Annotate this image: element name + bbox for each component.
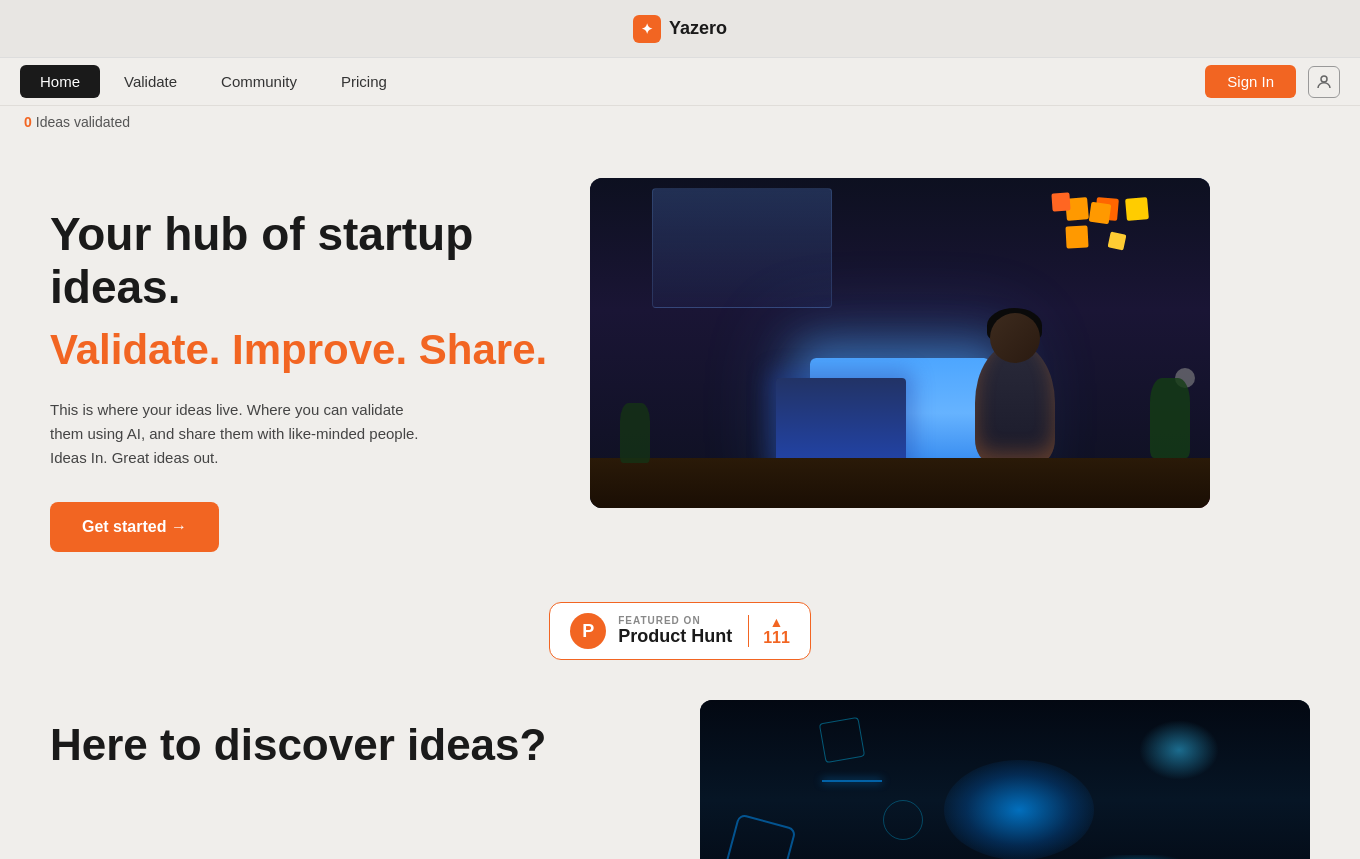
nav-item-pricing[interactable]: Pricing [321,65,407,98]
user-icon[interactable] [1308,66,1340,98]
stats-bar: 0 Ideas validated [0,106,1360,138]
logo-area: ✦ Yazero [633,15,727,43]
product-hunt-area: P FEATURED ON Product Hunt ▲ 111 [0,582,1360,690]
hero-subtitle: Validate. Improve. Share. [50,326,550,374]
product-hunt-badge[interactable]: P FEATURED ON Product Hunt ▲ 111 [549,602,811,660]
hero-left: Your hub of startup ideas. Validate. Imp… [50,178,550,552]
discover-image [700,700,1310,859]
hero-right [590,178,1210,508]
nav-item-community[interactable]: Community [201,65,317,98]
logo-text: Yazero [669,18,727,39]
hero-image [590,178,1210,508]
nav-item-home[interactable]: Home [20,65,100,98]
stats-label: Ideas validated [36,114,130,130]
discover-right [700,700,1310,859]
logo-icon: ✦ [633,15,661,43]
hero-title: Your hub of startup ideas. [50,208,550,314]
ph-vote-count: 111 [763,629,790,647]
discover-title: Here to discover ideas? [50,720,660,771]
product-hunt-text: FEATURED ON Product Hunt [618,615,732,647]
sign-in-button[interactable]: Sign In [1205,65,1296,98]
top-bar: ✦ Yazero [0,0,1360,58]
ph-name: Product Hunt [618,626,732,647]
hero-section: Your hub of startup ideas. Validate. Imp… [0,138,1360,582]
discover-section: Here to discover ideas? [0,690,1360,859]
svg-point-0 [1321,76,1327,82]
nav-right: Sign In [1205,65,1340,98]
discover-left: Here to discover ideas? [50,700,660,771]
stats-number: 0 [24,114,32,130]
nav-left: Home Validate Community Pricing [20,65,407,98]
ph-votes-area: ▲ 111 [748,615,790,647]
ph-arrow-icon: ▲ [770,615,784,629]
nav-item-validate[interactable]: Validate [104,65,197,98]
nav-bar: Home Validate Community Pricing Sign In [0,58,1360,106]
ph-featured-label: FEATURED ON [618,615,732,626]
product-hunt-logo: P [570,613,606,649]
get-started-button[interactable]: Get started → [50,502,219,552]
hero-description: This is where your ideas live. Where you… [50,398,430,470]
